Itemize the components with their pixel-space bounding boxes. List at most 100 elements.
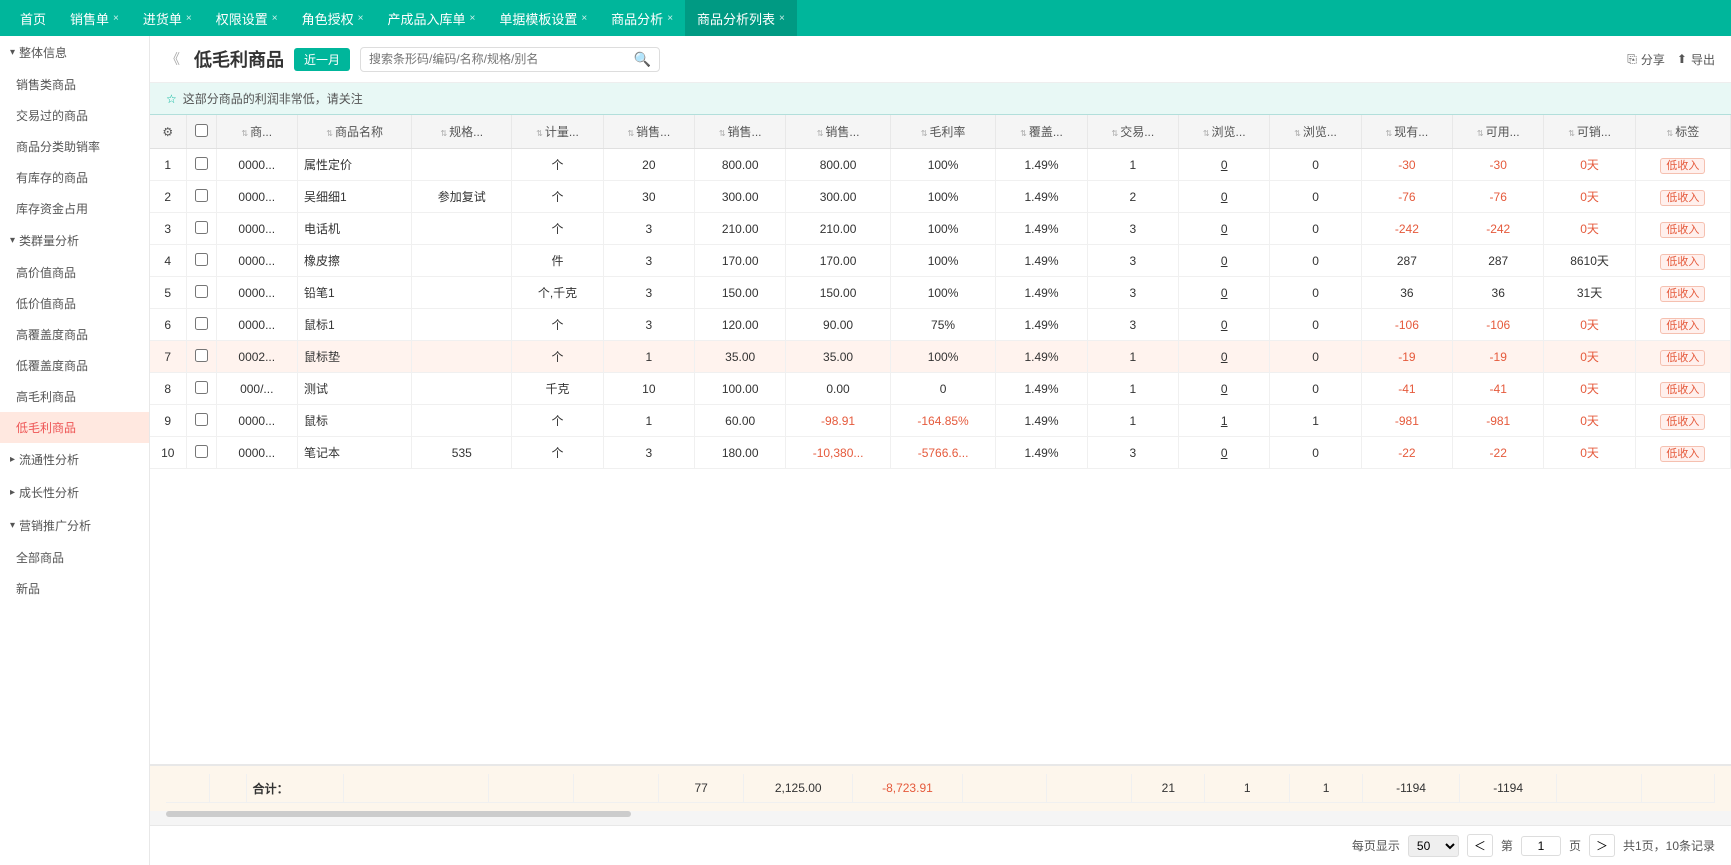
col-sales-price[interactable]: ⇅销售... <box>695 115 786 149</box>
sidebar-group-overall[interactable]: ▾ 整体信息 <box>0 36 149 69</box>
row-views1[interactable]: 0 <box>1179 277 1270 309</box>
totals-transactions: 21 <box>1132 774 1205 803</box>
nav-close-icon[interactable]: × <box>667 13 673 24</box>
row-views1[interactable]: 0 <box>1179 309 1270 341</box>
row-checkbox[interactable] <box>186 309 216 341</box>
col-sales-amount[interactable]: ⇅销售... <box>786 115 890 149</box>
row-select-checkbox[interactable] <box>195 445 208 458</box>
row-select-checkbox[interactable] <box>195 221 208 234</box>
nav-close-icon[interactable]: × <box>186 13 192 24</box>
sidebar-collapse-button[interactable]: 《 <box>166 49 180 69</box>
col-sales-qty[interactable]: ⇅销售... <box>603 115 694 149</box>
row-views1[interactable]: 0 <box>1179 245 1270 277</box>
row-select-checkbox[interactable] <box>195 253 208 266</box>
col-settings[interactable]: ⚙ <box>150 115 186 149</box>
row-views1[interactable]: 0 <box>1179 213 1270 245</box>
row-checkbox[interactable] <box>186 373 216 405</box>
nav-purchase-order[interactable]: 进货单 × <box>131 0 204 36</box>
row-name: 电话机 <box>297 213 411 245</box>
sidebar-item-high-coverage[interactable]: 高覆盖度商品 <box>0 319 149 350</box>
col-transactions[interactable]: ⇅交易... <box>1087 115 1178 149</box>
col-available-stock[interactable]: ⇅可用... <box>1453 115 1544 149</box>
sidebar-item-inventory-capital[interactable]: 库存资金占用 <box>0 193 149 224</box>
col-current-stock[interactable]: ⇅现有... <box>1361 115 1452 149</box>
nav-product-storage[interactable]: 产成品入库单 × <box>375 0 487 36</box>
row-select-checkbox[interactable] <box>195 285 208 298</box>
col-tag[interactable]: ⇅标签 <box>1635 115 1730 149</box>
row-views1[interactable]: 1 <box>1179 405 1270 437</box>
sidebar-item-new-products[interactable]: 新品 <box>0 573 149 604</box>
search-box: 🔍 <box>360 47 660 72</box>
row-select-checkbox[interactable] <box>195 157 208 170</box>
sidebar-item-low-coverage[interactable]: 低覆盖度商品 <box>0 350 149 381</box>
search-input[interactable] <box>369 52 630 66</box>
nav-permissions[interactable]: 权限设置 × <box>204 0 290 36</box>
row-views1[interactable]: 0 <box>1179 341 1270 373</box>
row-checkbox[interactable] <box>186 277 216 309</box>
nav-close-icon[interactable]: × <box>581 13 587 24</box>
nav-close-icon[interactable]: × <box>358 13 364 24</box>
period-button[interactable]: 近一月 <box>294 48 350 71</box>
col-views1[interactable]: ⇅浏览... <box>1179 115 1270 149</box>
row-checkbox[interactable] <box>186 149 216 181</box>
nav-home[interactable]: 首页 <box>8 0 58 36</box>
top-navigation: 首页 销售单 × 进货单 × 权限设置 × 角色授权 × 产成品入库单 × 单据… <box>0 0 1731 36</box>
row-views1[interactable]: 0 <box>1179 181 1270 213</box>
sidebar-item-all-products[interactable]: 全部商品 <box>0 542 149 573</box>
next-page-button[interactable]: ＞ <box>1589 834 1615 857</box>
horizontal-scrollbar[interactable] <box>166 811 1715 817</box>
sidebar-item-traded-products[interactable]: 交易过的商品 <box>0 100 149 131</box>
row-checkbox[interactable] <box>186 341 216 373</box>
row-views1[interactable]: 0 <box>1179 149 1270 181</box>
nav-sales-order[interactable]: 销售单 × <box>58 0 131 36</box>
col-gross-margin[interactable]: ⇅毛利率 <box>890 115 996 149</box>
nav-template-settings[interactable]: 单据模板设置 × <box>487 0 599 36</box>
sidebar-item-stocked-products[interactable]: 有库存的商品 <box>0 162 149 193</box>
nav-product-analysis-list[interactable]: 商品分析列表 × <box>685 0 797 36</box>
sidebar-item-sales-products[interactable]: 销售类商品 <box>0 69 149 100</box>
row-select-checkbox[interactable] <box>195 189 208 202</box>
sidebar-item-high-value[interactable]: 高价值商品 <box>0 257 149 288</box>
sidebar-item-low-value[interactable]: 低价值商品 <box>0 288 149 319</box>
row-select-checkbox[interactable] <box>195 413 208 426</box>
row-checkbox[interactable] <box>186 437 216 469</box>
row-views1[interactable]: 0 <box>1179 437 1270 469</box>
sidebar-group-cluster[interactable]: ▾ 类群量分析 <box>0 224 149 257</box>
row-checkbox[interactable] <box>186 405 216 437</box>
col-spec[interactable]: ⇅规格... <box>412 115 512 149</box>
nav-close-icon[interactable]: × <box>469 13 475 24</box>
col-code[interactable]: ⇅商... <box>216 115 297 149</box>
nav-close-icon[interactable]: × <box>272 13 278 24</box>
row-checkbox[interactable] <box>186 213 216 245</box>
row-checkbox[interactable] <box>186 245 216 277</box>
export-button[interactable]: ⬆ 导出 <box>1677 51 1715 68</box>
share-button[interactable]: ⎘ 分享 <box>1627 51 1665 68</box>
sidebar-group-liquidity[interactable]: ▸ 流通性分析 <box>0 443 149 476</box>
prev-page-button[interactable]: ＜ <box>1467 834 1493 857</box>
row-unit: 个 <box>512 181 603 213</box>
sidebar-item-high-margin[interactable]: 高毛利商品 <box>0 381 149 412</box>
sidebar-group-growth[interactable]: ▸ 成长性分析 <box>0 476 149 509</box>
sidebar-group-marketing[interactable]: ▾ 营销推广分析 <box>0 509 149 542</box>
col-unit[interactable]: ⇅计量... <box>512 115 603 149</box>
totals-views1: 1 <box>1205 774 1290 803</box>
sidebar-item-low-margin[interactable]: 低毛利商品 <box>0 412 149 443</box>
nav-role-auth[interactable]: 角色授权 × <box>290 0 376 36</box>
col-sellable-days[interactable]: ⇅可销... <box>1544 115 1635 149</box>
row-checkbox[interactable] <box>186 181 216 213</box>
nav-close-icon[interactable]: × <box>779 13 785 24</box>
row-select-checkbox[interactable] <box>195 349 208 362</box>
col-coverage[interactable]: ⇅覆盖... <box>996 115 1087 149</box>
col-views2[interactable]: ⇅浏览... <box>1270 115 1361 149</box>
scrollbar-thumb[interactable] <box>166 811 631 817</box>
row-select-checkbox[interactable] <box>195 381 208 394</box>
select-all-checkbox[interactable] <box>195 124 208 137</box>
row-views1[interactable]: 0 <box>1179 373 1270 405</box>
col-name[interactable]: ⇅商品名称 <box>297 115 411 149</box>
row-select-checkbox[interactable] <box>195 317 208 330</box>
nav-close-icon[interactable]: × <box>113 13 119 24</box>
per-page-select[interactable]: 50 20 100 <box>1408 835 1459 857</box>
page-number-input[interactable] <box>1521 836 1561 856</box>
sidebar-item-category-sales-rate[interactable]: 商品分类助销率 <box>0 131 149 162</box>
nav-product-analysis[interactable]: 商品分析 × <box>599 0 685 36</box>
